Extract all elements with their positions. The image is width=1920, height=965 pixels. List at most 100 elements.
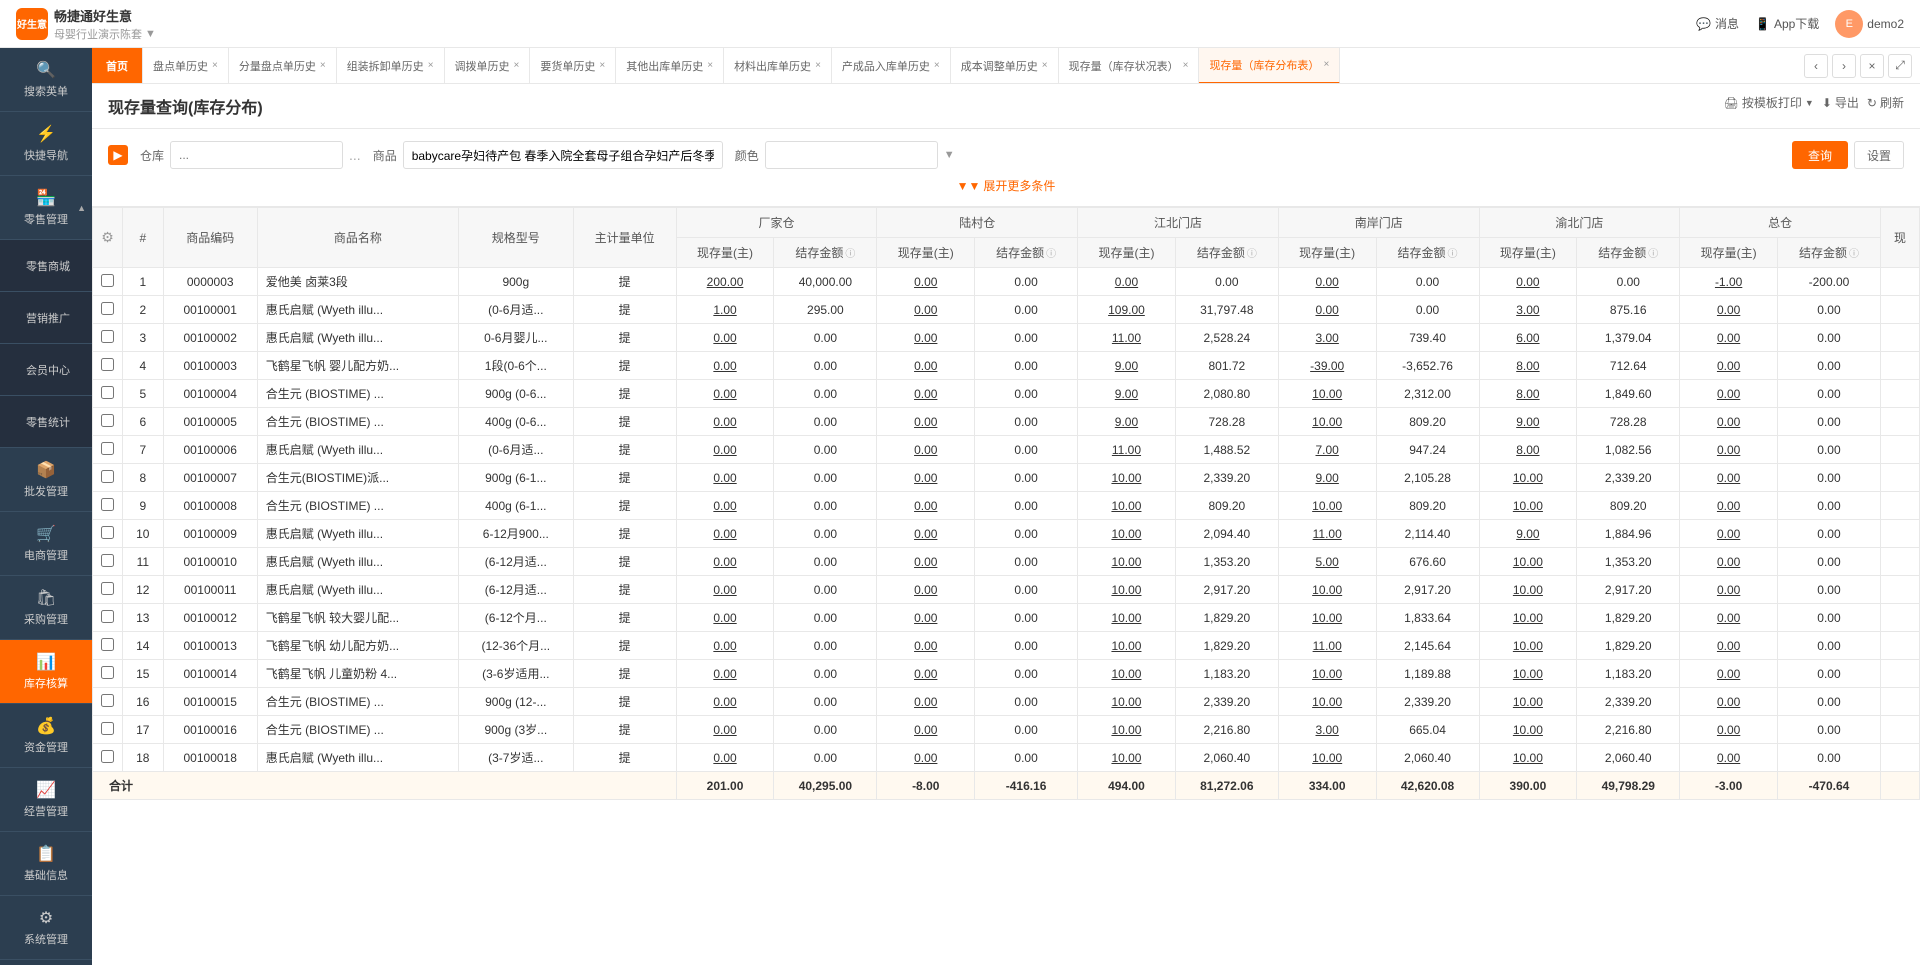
tab-close-assembly[interactable]: × xyxy=(428,60,434,71)
row-lus-qty[interactable]: 0.00 xyxy=(877,604,975,632)
row-jb-qty[interactable]: 10.00 xyxy=(1078,660,1176,688)
row-checkbox[interactable] xyxy=(93,408,123,436)
row-checkbox[interactable] xyxy=(93,464,123,492)
warehouse-more-btn[interactable]: ... xyxy=(349,147,361,163)
row-na-qty[interactable]: 10.00 xyxy=(1278,492,1376,520)
row-fac-qty[interactable]: 0.00 xyxy=(676,688,774,716)
row-na-qty[interactable]: 11.00 xyxy=(1278,520,1376,548)
row-tot-qty[interactable]: 0.00 xyxy=(1680,464,1778,492)
row-fac-qty[interactable]: 0.00 xyxy=(676,436,774,464)
tab-assembly[interactable]: 组装拆卸单历史 × xyxy=(337,48,445,84)
row-tot-qty[interactable]: 0.00 xyxy=(1680,324,1778,352)
row-fac-qty[interactable]: 0.00 xyxy=(676,352,774,380)
row-fac-qty[interactable]: 0.00 xyxy=(676,324,774,352)
row-lus-qty[interactable]: 0.00 xyxy=(877,688,975,716)
fac-info-icon[interactable]: ⓘ xyxy=(845,249,855,260)
row-tot-qty[interactable]: 0.00 xyxy=(1680,548,1778,576)
row-lus-qty[interactable]: 0.00 xyxy=(877,744,975,772)
row-yb-qty[interactable]: 0.00 xyxy=(1479,268,1577,296)
sidebar-item-system[interactable]: ⚙ 系统管理 xyxy=(0,896,92,960)
row-lus-qty[interactable]: 0.00 xyxy=(877,520,975,548)
tab-close-stock-status[interactable]: × xyxy=(1183,60,1189,71)
row-fac-qty[interactable]: 0.00 xyxy=(676,408,774,436)
row-tot-qty[interactable]: 0.00 xyxy=(1680,380,1778,408)
row-checkbox[interactable] xyxy=(93,576,123,604)
row-lus-qty[interactable]: 0.00 xyxy=(877,548,975,576)
tab-close-transfer[interactable]: × xyxy=(514,60,520,71)
row-fac-qty[interactable]: 0.00 xyxy=(676,632,774,660)
row-checkbox[interactable] xyxy=(93,324,123,352)
sidebar-subitem-retail-shop[interactable]: 零售商城 xyxy=(0,240,92,292)
row-tot-qty[interactable]: 0.00 xyxy=(1680,576,1778,604)
row-tot-qty[interactable]: -1.00 xyxy=(1680,268,1778,296)
row-jb-qty[interactable]: 10.00 xyxy=(1078,548,1176,576)
sidebar-item-inventory[interactable]: 📊 库存核算 xyxy=(0,640,92,704)
row-yb-qty[interactable]: 10.00 xyxy=(1479,744,1577,772)
sidebar-item-finance[interactable]: 💰 资金管理 xyxy=(0,704,92,768)
row-na-qty[interactable]: 10.00 xyxy=(1278,408,1376,436)
row-fac-qty[interactable]: 0.00 xyxy=(676,464,774,492)
row-jb-qty[interactable]: 10.00 xyxy=(1078,632,1176,660)
tab-close-portion[interactable]: × xyxy=(320,60,326,71)
expand-conditions-btn[interactable]: ▼▼ 展开更多条件 xyxy=(957,177,1056,194)
nav-next-btn[interactable]: › xyxy=(1832,54,1856,78)
row-yb-qty[interactable]: 10.00 xyxy=(1479,660,1577,688)
row-lus-qty[interactable]: 0.00 xyxy=(877,268,975,296)
sidebar-item-ecommerce[interactable]: 🛒 电商管理 xyxy=(0,512,92,576)
row-yb-qty[interactable]: 10.00 xyxy=(1479,632,1577,660)
tab-close-stocktake[interactable]: × xyxy=(212,60,218,71)
row-fac-qty[interactable]: 0.00 xyxy=(676,716,774,744)
row-yb-qty[interactable]: 9.00 xyxy=(1479,520,1577,548)
row-na-qty[interactable]: 10.00 xyxy=(1278,688,1376,716)
row-tot-qty[interactable]: 0.00 xyxy=(1680,492,1778,520)
row-tot-qty[interactable]: 0.00 xyxy=(1680,632,1778,660)
row-na-qty[interactable]: 0.00 xyxy=(1278,296,1376,324)
tab-product-in[interactable]: 产成品入库单历史 × xyxy=(832,48,951,84)
row-yb-qty[interactable]: 6.00 xyxy=(1479,324,1577,352)
row-jb-qty[interactable]: 11.00 xyxy=(1078,436,1176,464)
tab-close-stock-dist[interactable]: × xyxy=(1323,59,1329,70)
row-yb-qty[interactable]: 3.00 xyxy=(1479,296,1577,324)
color-input[interactable] xyxy=(765,141,938,169)
row-checkbox[interactable] xyxy=(93,296,123,324)
row-lus-qty[interactable]: 0.00 xyxy=(877,660,975,688)
sidebar-item-purchase[interactable]: 🛍 采购管理 xyxy=(0,576,92,640)
row-yb-qty[interactable]: 10.00 xyxy=(1479,716,1577,744)
tab-stock-dist[interactable]: 现存量（库存分布表） × xyxy=(1199,48,1340,84)
row-tot-qty[interactable]: 0.00 xyxy=(1680,352,1778,380)
row-checkbox[interactable] xyxy=(93,604,123,632)
row-checkbox[interactable] xyxy=(93,520,123,548)
tab-transfer[interactable]: 调拨单历史 × xyxy=(445,48,531,84)
lus-info-icon[interactable]: ⓘ xyxy=(1046,249,1056,260)
tab-stock-status[interactable]: 现存量（库存状况表） × xyxy=(1059,48,1200,84)
row-jb-qty[interactable]: 11.00 xyxy=(1078,324,1176,352)
row-checkbox[interactable] xyxy=(93,548,123,576)
color-dropdown-icon[interactable]: ▼ xyxy=(944,149,955,161)
row-fac-qty[interactable]: 0.00 xyxy=(676,744,774,772)
row-yb-qty[interactable]: 9.00 xyxy=(1479,408,1577,436)
row-na-qty[interactable]: 7.00 xyxy=(1278,436,1376,464)
tab-close-other-out[interactable]: × xyxy=(707,60,713,71)
row-tot-qty[interactable]: 0.00 xyxy=(1680,520,1778,548)
row-na-qty[interactable]: 3.00 xyxy=(1278,716,1376,744)
row-jb-qty[interactable]: 10.00 xyxy=(1078,688,1176,716)
tot-info-icon[interactable]: ⓘ xyxy=(1849,249,1859,260)
dropdown-icon[interactable]: ▼ xyxy=(145,28,156,40)
row-fac-qty[interactable]: 200.00 xyxy=(676,268,774,296)
tab-requisition[interactable]: 要货单历史 × xyxy=(530,48,616,84)
warehouse-input[interactable] xyxy=(170,141,343,169)
tab-portion-stocktake[interactable]: 分量盘点单历史 × xyxy=(229,48,337,84)
row-lus-qty[interactable]: 0.00 xyxy=(877,408,975,436)
row-tot-qty[interactable]: 0.00 xyxy=(1680,744,1778,772)
sidebar-item-operations[interactable]: 📈 经营管理 xyxy=(0,768,92,832)
row-checkbox[interactable] xyxy=(93,688,123,716)
row-jb-qty[interactable]: 10.00 xyxy=(1078,464,1176,492)
row-lus-qty[interactable]: 0.00 xyxy=(877,464,975,492)
export-btn[interactable]: ⬇ 导出 xyxy=(1822,94,1859,111)
app-download-btn[interactable]: 📱 App下载 xyxy=(1755,15,1819,32)
row-lus-qty[interactable]: 0.00 xyxy=(877,352,975,380)
row-na-qty[interactable]: 10.00 xyxy=(1278,576,1376,604)
row-na-qty[interactable]: -39.00 xyxy=(1278,352,1376,380)
row-tot-qty[interactable]: 0.00 xyxy=(1680,296,1778,324)
print-btn[interactable]: 🖨 按模板打印 ▼ xyxy=(1724,94,1814,111)
